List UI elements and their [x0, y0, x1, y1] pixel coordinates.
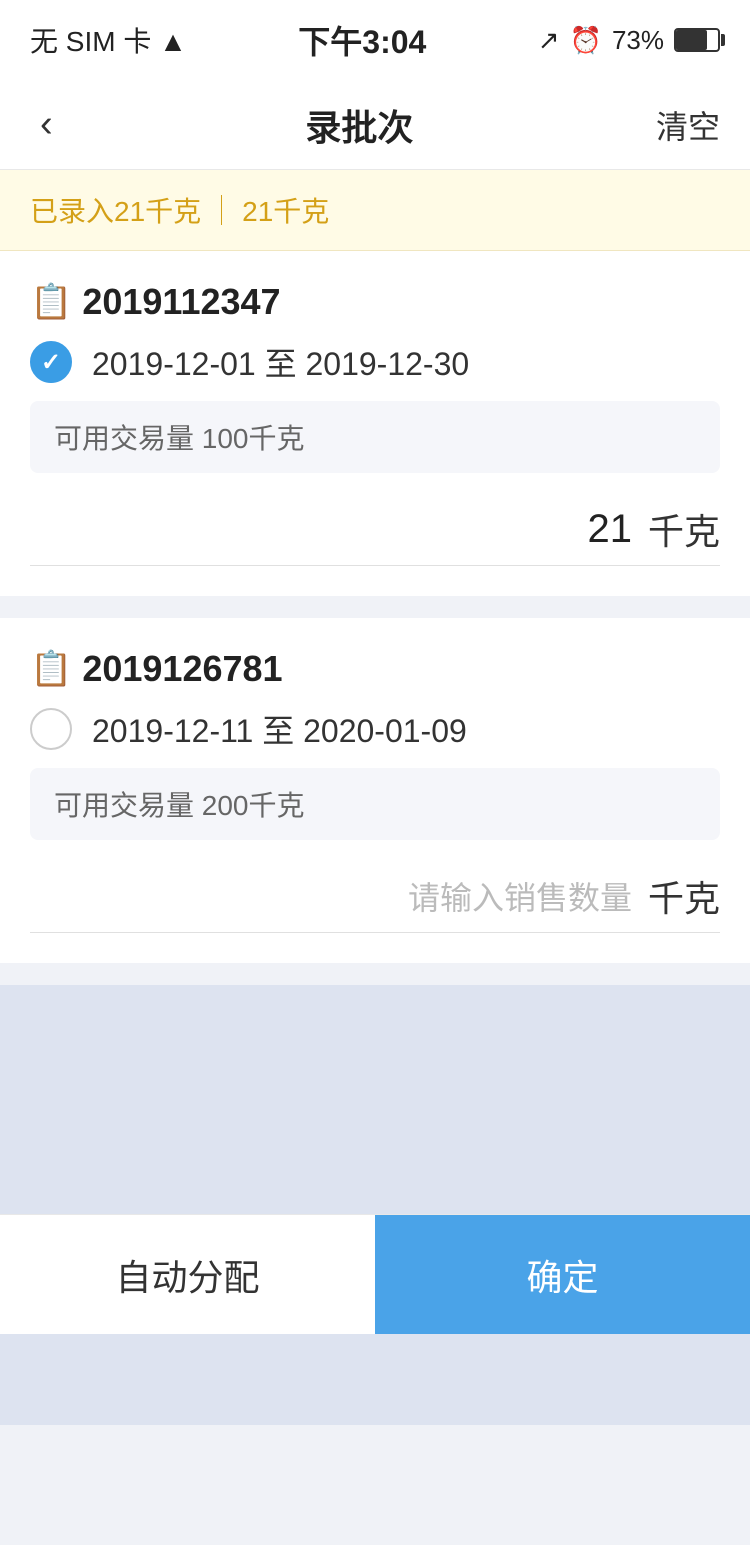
batch2-radio[interactable]	[30, 708, 72, 750]
separator2	[0, 965, 750, 985]
nav-bar: ‹ 录批次 清空	[0, 80, 750, 170]
confirm-button[interactable]: 确定	[375, 1215, 750, 1334]
clock-icon: ⏰	[570, 25, 602, 56]
batch1-unit: 千克	[648, 503, 720, 555]
batch2-date-range: 2019-12-11 至 2020-01-09	[92, 706, 467, 752]
page-title: 录批次	[305, 99, 413, 151]
clear-button[interactable]: 清空	[656, 102, 720, 148]
battery-icon	[674, 28, 720, 52]
batch2-input-row[interactable]: 请输入销售数量 千克	[30, 860, 720, 933]
batch2-id: 2019126781	[82, 648, 282, 690]
batch2-date-row: 2019-12-11 至 2020-01-09	[30, 706, 720, 752]
status-time: 下午3:04	[298, 17, 426, 63]
batch1-input-row[interactable]: 21 千克	[30, 493, 720, 566]
batch1-header: 📋 2019112347	[30, 281, 720, 323]
batch2-unit: 千克	[648, 870, 720, 922]
batch1-radio[interactable]: ✓	[30, 341, 72, 383]
battery-text: 73%	[612, 25, 664, 56]
batch2-available: 可用交易量 200千克	[30, 768, 720, 840]
location-icon: ↗	[538, 25, 560, 56]
batch1-id: 2019112347	[82, 281, 280, 323]
empty-area	[0, 985, 750, 1425]
recorded-label: 已录入21千克	[30, 190, 201, 230]
status-right: ↗ ⏰ 73%	[538, 25, 720, 56]
batch1-input-value[interactable]: 21	[552, 507, 632, 552]
back-button[interactable]: ‹	[30, 93, 63, 156]
status-left: 无 SIM 卡 ▲	[30, 20, 187, 60]
batch2-card: 📋 2019126781 2019-12-11 至 2020-01-09 可用交…	[0, 618, 750, 963]
batch1-card: 📋 2019112347 ✓ 2019-12-01 至 2019-12-30 可…	[0, 251, 750, 596]
auto-distribute-button[interactable]: 自动分配	[0, 1215, 375, 1334]
status-bar: 无 SIM 卡 ▲ 下午3:04 ↗ ⏰ 73%	[0, 0, 750, 80]
total-label: 21千克	[242, 190, 329, 230]
batch1-icon: 📋	[30, 282, 72, 322]
batch2-header: 📋 2019126781	[30, 648, 720, 690]
check-icon: ✓	[41, 348, 61, 377]
summary-banner: 已录入21千克 21千克	[0, 170, 750, 251]
separator1	[0, 598, 750, 618]
summary-divider	[221, 195, 222, 225]
batch1-available: 可用交易量 100千克	[30, 401, 720, 473]
sim-label: 无 SIM 卡 ▲	[30, 20, 187, 60]
batch2-input-placeholder[interactable]: 请输入销售数量	[408, 873, 632, 919]
batch1-date-row: ✓ 2019-12-01 至 2019-12-30	[30, 339, 720, 385]
batch1-date-range: 2019-12-01 至 2019-12-30	[92, 339, 469, 385]
batch2-icon: 📋	[30, 649, 72, 689]
bottom-bar: 自动分配 确定	[0, 1214, 750, 1334]
